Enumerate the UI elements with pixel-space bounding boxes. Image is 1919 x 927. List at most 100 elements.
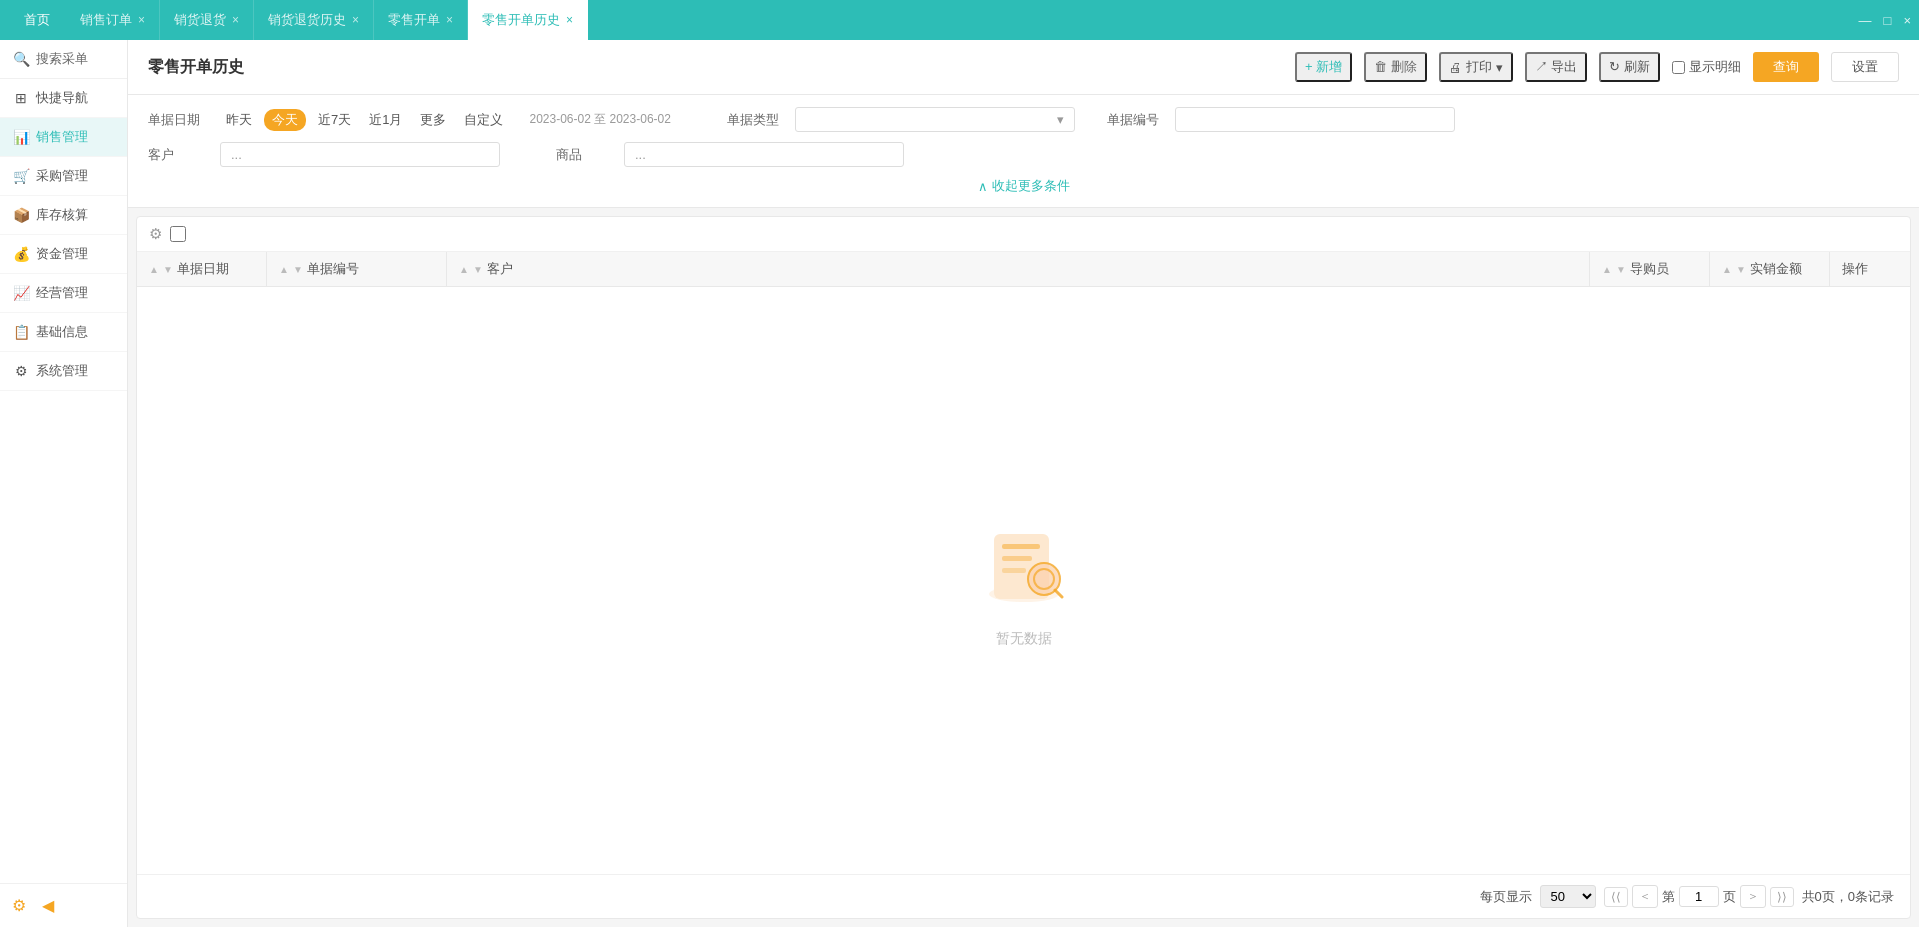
th-amount-sort-down[interactable]: ▼ (1736, 264, 1746, 275)
finance-icon: 💰 (12, 246, 30, 262)
tab-retail-open-history[interactable]: 零售开单历史 × (468, 0, 588, 40)
page-next-btn[interactable]: ＞ (1740, 885, 1766, 908)
sidebar-search[interactable]: 🔍 搜索采单 (0, 40, 127, 79)
collapse-icon: ∧ (978, 179, 988, 194)
tab-retail-open-close[interactable]: × (446, 13, 453, 27)
add-button[interactable]: + 新增 (1295, 52, 1352, 82)
date-opt-today[interactable]: 今天 (264, 109, 306, 131)
tab-sales-order-close[interactable]: × (138, 13, 145, 27)
th-customer: ▲ ▼ 客户 (447, 252, 1590, 286)
sidebar-settings-icon[interactable]: ⚙ (12, 896, 26, 915)
page-last-btn[interactable]: ⟩⟩ (1770, 887, 1794, 907)
tab-sales-return[interactable]: 销货退货 × (160, 0, 254, 40)
export-button[interactable]: ↗ 导出 (1525, 52, 1588, 82)
window-minimize[interactable]: — (1859, 13, 1872, 28)
table-header: ▲ ▼ 单据日期 ▲ ▼ 单据编号 ▲ ▼ 客户 ▲ ▼ 导购员 (137, 252, 1910, 287)
sidebar-item-inventory[interactable]: 📦 库存核算 (0, 196, 127, 235)
table-area: ⚙ ▲ ▼ 单据日期 ▲ ▼ 单据编号 ▲ ▼ 客户 (136, 216, 1911, 919)
tab-sales-order[interactable]: 销售订单 × (66, 0, 160, 40)
sidebar-item-sys-mgmt-label: 系统管理 (36, 362, 88, 380)
tab-sales-return-label: 销货退货 (174, 11, 226, 29)
tab-retail-open-label: 零售开单 (388, 11, 440, 29)
th-num-label: 单据编号 (307, 260, 359, 278)
sidebar-item-purchase-mgmt[interactable]: 🛒 采购管理 (0, 157, 127, 196)
window-maximize[interactable]: □ (1884, 13, 1892, 28)
tab-retail-open[interactable]: 零售开单 × (374, 0, 468, 40)
filter-goods-label: 商品 (556, 146, 612, 164)
sidebar-item-quick-nav[interactable]: ⊞ 快捷导航 (0, 79, 127, 118)
page-prev-btn[interactable]: ＜ (1632, 885, 1658, 908)
date-opt-custom[interactable]: 自定义 (458, 109, 509, 131)
th-guide-sort-down[interactable]: ▼ (1616, 264, 1626, 275)
tab-sales-return-close[interactable]: × (232, 13, 239, 27)
tab-sales-return-history[interactable]: 销货退货历史 × (254, 0, 374, 40)
tab-sales-return-history-close[interactable]: × (352, 13, 359, 27)
inventory-icon: 📦 (12, 207, 30, 223)
date-opt-last1m[interactable]: 近1月 (363, 109, 408, 131)
sales-mgmt-icon: 📊 (12, 129, 30, 145)
filter-goods-value: ... (635, 147, 646, 162)
filter-row-1: 单据日期 昨天 今天 近7天 近1月 更多 自定义 2023-06-02 至 2… (148, 107, 1899, 132)
base-info-icon: 📋 (12, 324, 30, 340)
th-customer-sort-up[interactable]: ▲ (459, 264, 469, 275)
tab-sales-return-history-label: 销货退货历史 (268, 11, 346, 29)
date-opt-yesterday[interactable]: 昨天 (220, 109, 258, 131)
settings-button[interactable]: 设置 (1831, 52, 1899, 82)
sidebar-collapse-icon[interactable]: ◀ (42, 896, 54, 915)
filter-date-range: 2023-06-02 至 2023-06-02 (529, 111, 670, 128)
operations-icon: 📈 (12, 285, 30, 301)
th-date-label: 单据日期 (177, 260, 229, 278)
per-page-select[interactable]: 50 10 20 100 (1540, 885, 1596, 908)
display-toggle[interactable]: 显示明细 (1672, 58, 1741, 76)
filter-customer-value: ... (231, 147, 242, 162)
th-guide-sort-up[interactable]: ▲ (1602, 264, 1612, 275)
empty-icon (974, 514, 1074, 614)
sidebar-item-sys-mgmt[interactable]: ⚙ 系统管理 (0, 352, 127, 391)
collapse-more-label: 收起更多条件 (992, 177, 1070, 195)
date-opt-last7[interactable]: 近7天 (312, 109, 357, 131)
th-num-sort-up[interactable]: ▲ (279, 264, 289, 275)
sidebar-item-base-info-label: 基础信息 (36, 323, 88, 341)
th-op-label: 操作 (1842, 260, 1868, 278)
date-opt-more[interactable]: 更多 (414, 109, 452, 131)
svg-rect-3 (1002, 556, 1032, 561)
th-guide: ▲ ▼ 导购员 (1590, 252, 1710, 286)
filter-goods-select[interactable]: ... (624, 142, 904, 167)
page-num-input[interactable] (1679, 886, 1719, 907)
sidebar-item-finance[interactable]: 💰 资金管理 (0, 235, 127, 274)
page-suffix: 页 (1723, 888, 1736, 906)
th-amount-sort-up[interactable]: ▲ (1722, 264, 1732, 275)
query-button[interactable]: 查询 (1753, 52, 1819, 82)
filter-doc-num-input[interactable] (1175, 107, 1455, 132)
print-button[interactable]: 🖨 打印 ▾ (1439, 52, 1513, 82)
delete-button[interactable]: 🗑 删除 (1364, 52, 1427, 82)
th-amount-label: 实销金额 (1750, 260, 1802, 278)
sidebar-item-sales-mgmt[interactable]: 📊 销售管理 (0, 118, 127, 157)
th-customer-sort-down[interactable]: ▼ (473, 264, 483, 275)
display-toggle-checkbox[interactable] (1672, 61, 1685, 74)
filter-doc-type-select[interactable]: ▾ (795, 107, 1075, 132)
page-first-btn[interactable]: ⟨⟨ (1604, 887, 1628, 907)
filter-customer-select[interactable]: ... (220, 142, 500, 167)
table-select-all[interactable] (170, 226, 186, 242)
sidebar-item-purchase-mgmt-label: 采购管理 (36, 167, 88, 185)
tab-retail-open-history-close[interactable]: × (566, 13, 573, 27)
th-num-sort-down[interactable]: ▼ (293, 264, 303, 275)
window-close[interactable]: × (1903, 13, 1911, 28)
table-settings-icon[interactable]: ⚙ (149, 225, 162, 243)
svg-rect-2 (1002, 544, 1040, 549)
refresh-button[interactable]: ↻ 刷新 (1599, 52, 1660, 82)
collapse-more-btn[interactable]: ∧ 收起更多条件 (148, 177, 1899, 195)
sidebar: 🔍 搜索采单 ⊞ 快捷导航 📊 销售管理 🛒 采购管理 📦 库存核算 💰 资金管… (0, 40, 128, 927)
th-date-sort-up[interactable]: ▲ (149, 264, 159, 275)
th-date-sort-down[interactable]: ▼ (163, 264, 173, 275)
filter-doc-num-label: 单据编号 (1107, 111, 1163, 129)
filter-customer-label: 客户 (148, 146, 204, 164)
sys-mgmt-icon: ⚙ (12, 363, 30, 379)
sidebar-item-operations[interactable]: 📈 经营管理 (0, 274, 127, 313)
display-toggle-label: 显示明细 (1689, 58, 1741, 76)
page-nav: ⟨⟨ ＜ 第 页 ＞ ⟩⟩ (1604, 885, 1794, 908)
tab-home[interactable]: 首页 (8, 0, 66, 40)
print-arrow-icon: ▾ (1496, 60, 1503, 75)
sidebar-item-base-info[interactable]: 📋 基础信息 (0, 313, 127, 352)
